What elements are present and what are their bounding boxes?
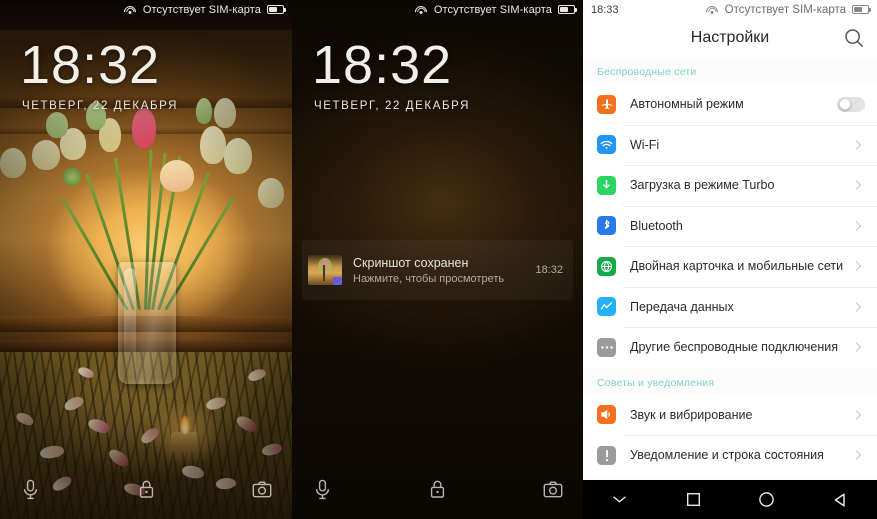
- carrier-label: Отсутствует SIM-карта: [724, 3, 846, 16]
- chevron-right-icon: [851, 219, 865, 233]
- chevron-right-icon: [851, 300, 865, 314]
- settings-row-label: Bluetooth: [630, 218, 683, 233]
- triangle-back-icon[interactable]: [804, 480, 877, 519]
- wifi-icon: [703, 3, 721, 20]
- settings-row-other-wireless[interactable]: Другие беспроводные подключения: [583, 327, 877, 368]
- battery-icon: [267, 5, 286, 14]
- statusbar-settings: 18:33 Отсутствует SIM-карта: [583, 0, 877, 20]
- settings-row-label: Загрузка в режиме Turbo: [630, 178, 775, 193]
- settings-row-dual-sim-mobile[interactable]: Двойная карточка и мобильные сети: [583, 246, 877, 287]
- settings-row-label: Другие беспроводные подключения: [630, 340, 839, 355]
- settings-row-sound-vibration[interactable]: Звук и вибрирование: [583, 394, 877, 435]
- airplane-mode-toggle[interactable]: [837, 96, 865, 112]
- settings-row-label: Автономный режим: [630, 97, 744, 112]
- chevron-down-icon[interactable]: [583, 480, 657, 519]
- page-title: Настройки: [690, 29, 770, 46]
- settings-row-bluetooth[interactable]: Bluetooth: [583, 205, 877, 246]
- battery-icon: [558, 5, 577, 14]
- notification-body: Скриншот сохранен Нажмите, чтобы просмот…: [353, 256, 524, 285]
- chevron-right-icon: [851, 259, 865, 273]
- download-turbo-icon: [597, 175, 616, 195]
- settings-row-label: Уведомление и строка состояния: [630, 448, 824, 463]
- camera-icon[interactable]: [248, 475, 276, 503]
- settings-row-notification-statusbar[interactable]: Уведомление и строка состояния: [583, 435, 877, 476]
- wifi-icon: [412, 3, 430, 20]
- settings-row-label: Передача данных: [630, 299, 734, 314]
- lock-icon[interactable]: [424, 475, 452, 503]
- wifi-icon: [121, 3, 139, 20]
- lock-clock: 18:32: [20, 35, 161, 95]
- lock-date: ЧЕТВЕРГ, 22 ДЕКАБРЯ: [314, 100, 471, 112]
- section-header-wireless: Беспроводные сети: [583, 57, 877, 84]
- settings-row-label: Wi-Fi: [630, 137, 660, 152]
- section-header-tips-notifications: Советы и уведомления: [583, 367, 877, 395]
- settings-row-airplane-mode[interactable]: Автономный режим: [583, 84, 877, 125]
- wifi-icon: [597, 135, 616, 155]
- settings-row-wifi[interactable]: Wi-Fi: [583, 124, 877, 165]
- microphone-icon[interactable]: [308, 475, 336, 503]
- notification-card[interactable]: Скриншот сохранен Нажмите, чтобы просмот…: [302, 240, 573, 300]
- settings-row-turbo-download[interactable]: Загрузка в режиме Turbo: [583, 165, 877, 206]
- search-icon[interactable]: [843, 27, 865, 49]
- android-navigation-bar: [583, 480, 877, 519]
- chevron-right-icon: [851, 448, 865, 462]
- battery-icon: [852, 5, 871, 14]
- lockscreen-photo-panel: Отсутствует SIM-карта 18:32 ЧЕТВЕРГ, 22 …: [0, 0, 292, 519]
- sound-icon: [597, 405, 616, 425]
- lock-clock: 18:32: [312, 35, 453, 95]
- carrier-label: Отсутствует SIM-карта: [142, 3, 261, 16]
- notification-bar-icon: [597, 445, 616, 465]
- circle-home-icon[interactable]: [730, 480, 804, 519]
- chevron-right-icon: [851, 340, 865, 354]
- notification-time: 18:32: [535, 264, 563, 276]
- settings-list[interactable]: Беспроводные сети Автономный режим Wi-Fi…: [583, 57, 877, 480]
- lock-icon[interactable]: [132, 475, 160, 503]
- lockscreen-shortcuts: [0, 469, 292, 509]
- statusbar-lock-photo: Отсутствует SIM-карта: [0, 0, 292, 20]
- chevron-right-icon: [851, 408, 865, 422]
- camera-icon[interactable]: [539, 475, 567, 503]
- notification-subtitle: Нажмите, чтобы просмотреть: [353, 272, 505, 285]
- bluetooth-icon: [597, 216, 616, 236]
- lockscreen-dim-panel: Отсутствует SIM-карта 18:32 ЧЕТВЕРГ, 22 …: [292, 0, 583, 519]
- airplane-icon: [597, 94, 616, 114]
- globe-icon: [597, 256, 616, 276]
- settings-panel: 18:33 Отсутствует SIM-карта Настройки Бе…: [583, 0, 877, 519]
- square-recents-icon[interactable]: [657, 480, 731, 519]
- lock-date: ЧЕТВЕРГ, 22 ДЕКАБРЯ: [22, 100, 179, 112]
- settings-header: Настройки: [583, 19, 877, 57]
- carrier-label: Отсутствует SIM-карта: [433, 3, 552, 16]
- chevron-right-icon: [851, 138, 865, 152]
- notification-title: Скриншот сохранен: [353, 255, 469, 270]
- microphone-icon[interactable]: [16, 475, 44, 503]
- more-dots-icon: [597, 337, 616, 357]
- statusbar-time: 18:33: [591, 3, 619, 16]
- settings-row-label: Двойная карточка и мобильные сети: [630, 259, 844, 274]
- chevron-right-icon: [851, 178, 865, 192]
- statusbar-lock-dim: Отсутствует SIM-карта: [292, 0, 583, 20]
- data-usage-icon: [597, 297, 616, 317]
- three-panel-screenshot: Отсутствует SIM-карта 18:32 ЧЕТВЕРГ, 22 …: [0, 0, 877, 519]
- screenshot-thumbnail-icon: [308, 255, 342, 285]
- settings-row-label: Звук и вибрирование: [630, 407, 753, 422]
- lockscreen-shortcuts: [292, 469, 583, 509]
- settings-row-data-usage[interactable]: Передача данных: [583, 286, 877, 327]
